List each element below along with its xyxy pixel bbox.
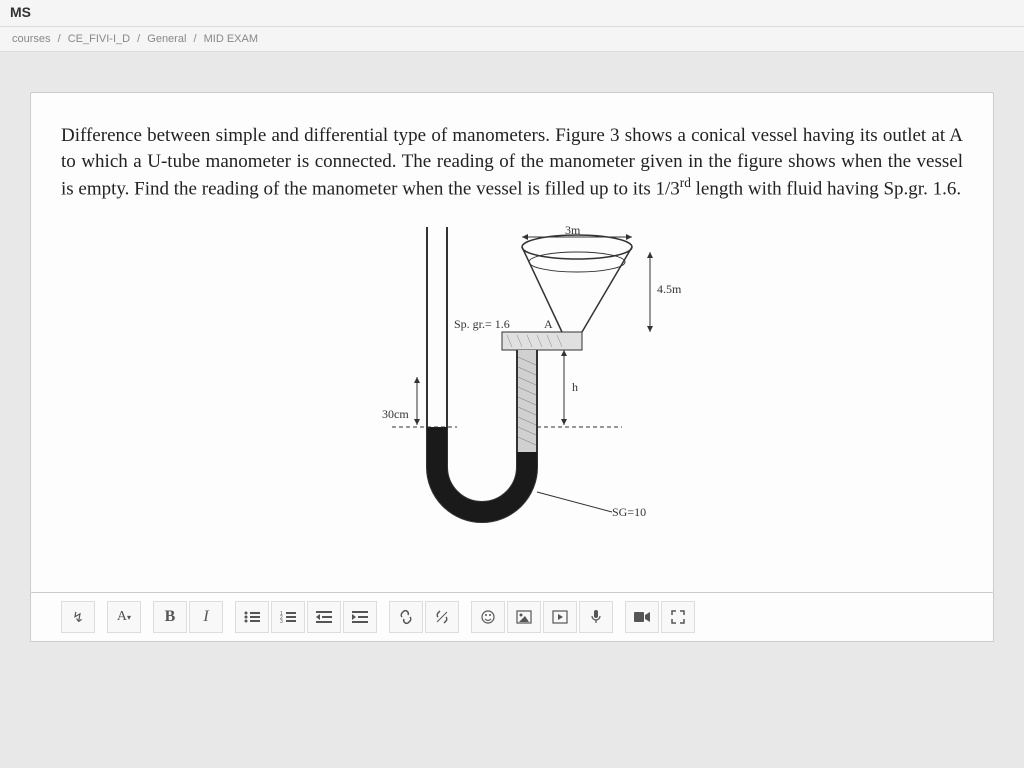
font-color-button[interactable]: A▾ (107, 601, 141, 633)
video-button[interactable] (625, 601, 659, 633)
paragraph-button[interactable]: ↯ (61, 601, 95, 633)
italic-icon: I (203, 608, 208, 626)
top-bar: MS (0, 0, 1024, 27)
link-button[interactable] (389, 601, 423, 633)
breadcrumb-sep: / (193, 33, 196, 45)
unlink-button[interactable] (425, 601, 459, 633)
figure-container: 3m 4.5m Sp. gr.= 1.6 A h 30cm SG=10 (61, 217, 963, 557)
media-icon (552, 610, 568, 624)
breadcrumb-item[interactable]: MID EXAM (204, 33, 258, 45)
emoji-button[interactable] (471, 601, 505, 633)
video-icon (633, 610, 651, 624)
label-3m: 3m (565, 223, 580, 238)
breadcrumb: courses / CE_FIVI-I_D / General / MID EX… (0, 27, 1024, 52)
breadcrumb-sep: / (137, 33, 140, 45)
label-sg-10: SG=10 (612, 505, 646, 520)
image-button[interactable] (507, 601, 541, 633)
question-part2: length with fluid having Sp.gr. 1.6. (691, 179, 961, 200)
ordered-list-button[interactable]: 123 (271, 601, 305, 633)
manometer-figure: 3m 4.5m Sp. gr.= 1.6 A h 30cm SG=10 (312, 217, 712, 557)
ms-logo: MS (10, 4, 31, 20)
label-h: h (572, 380, 578, 395)
label-sp-gr: Sp. gr.= 1.6 (454, 317, 510, 332)
svg-text:3: 3 (280, 619, 283, 624)
breadcrumb-item[interactable]: courses (12, 33, 51, 45)
mic-icon (589, 609, 603, 625)
mic-button[interactable] (579, 601, 613, 633)
breadcrumb-item[interactable]: General (147, 33, 186, 45)
label-4-5m: 4.5m (657, 282, 681, 297)
font-icon: A (117, 609, 127, 625)
paragraph-icon: ↯ (72, 609, 84, 626)
label-point-a: A (544, 317, 553, 332)
label-30cm: 30cm (382, 407, 409, 422)
indent-icon (352, 610, 368, 624)
indent-button[interactable] (343, 601, 377, 633)
fullscreen-icon (670, 609, 686, 625)
emoji-icon (480, 609, 496, 625)
ul-icon (244, 610, 260, 624)
outdent-button[interactable] (307, 601, 341, 633)
question-text: Difference between simple and differenti… (61, 123, 963, 202)
figure-svg (312, 217, 712, 557)
breadcrumb-sep: / (58, 33, 61, 45)
bold-button[interactable]: B (153, 601, 187, 633)
link-icon (398, 609, 414, 625)
outdent-icon (316, 610, 332, 624)
unordered-list-button[interactable] (235, 601, 269, 633)
fullscreen-button[interactable] (661, 601, 695, 633)
ol-icon: 123 (280, 610, 296, 624)
breadcrumb-item[interactable]: CE_FIVI-I_D (68, 33, 130, 45)
question-content: Difference between simple and differenti… (30, 92, 994, 593)
editor-toolbar: ↯ A▾ B I 123 (30, 593, 994, 642)
image-icon (516, 610, 532, 624)
question-sup: rd (680, 175, 691, 190)
unlink-icon (434, 609, 450, 625)
italic-button[interactable]: I (189, 601, 223, 633)
media-button[interactable] (543, 601, 577, 633)
bold-icon: B (165, 608, 176, 626)
